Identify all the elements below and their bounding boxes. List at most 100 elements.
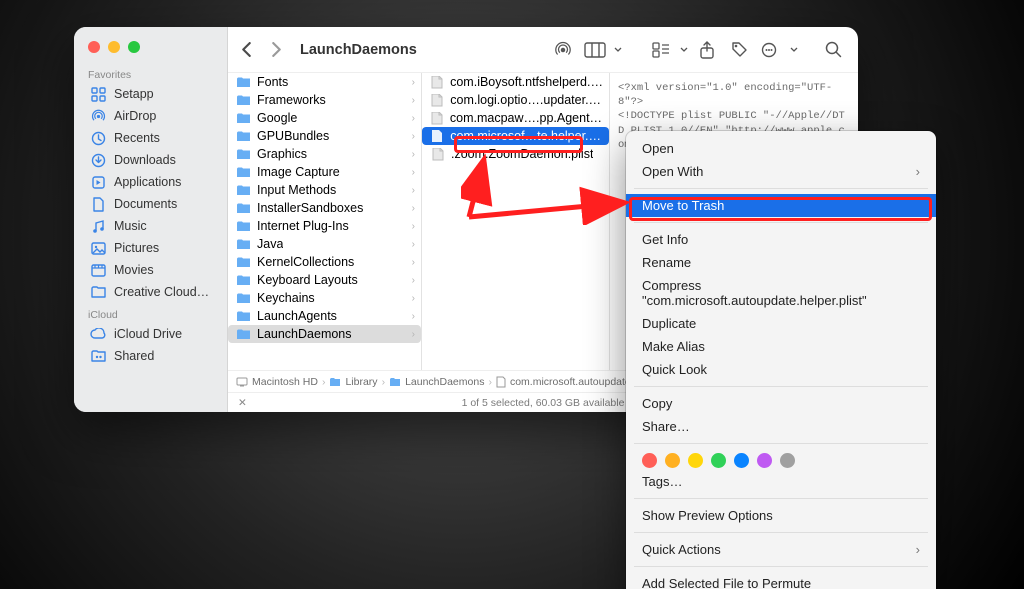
chevron-right-icon: › xyxy=(412,95,415,106)
sidebar-item[interactable]: Movies xyxy=(74,259,227,281)
file-row[interactable]: com.macpaw….pp.Agent.plist xyxy=(422,109,609,127)
folder-row[interactable]: Frameworks› xyxy=(228,91,421,109)
sidebar-item[interactable]: Music xyxy=(74,215,227,237)
search-icon[interactable] xyxy=(820,37,846,63)
file-column[interactable]: com.iBoysoft.ntfshelperd.plistcom.logi.o… xyxy=(422,73,610,370)
actions-icon[interactable] xyxy=(758,37,784,63)
window-title: LaunchDaemons xyxy=(300,42,417,58)
sidebar-item-label: Shared xyxy=(114,349,154,363)
sidebar-item[interactable]: Downloads xyxy=(74,149,227,171)
sidebar-item[interactable]: Documents xyxy=(74,193,227,215)
menu-quick-actions[interactable]: Quick Actions› xyxy=(626,538,936,561)
path-segment[interactable]: LaunchDaemons xyxy=(405,376,484,388)
tag-icon[interactable] xyxy=(726,37,752,63)
tag-color[interactable] xyxy=(665,453,680,468)
file-row[interactable]: com.iBoysoft.ntfshelperd.plist xyxy=(422,73,609,91)
menu-preview-options[interactable]: Show Preview Options xyxy=(626,504,936,527)
hide-pathbar-button[interactable]: ✕ xyxy=(238,397,247,409)
menu-quick-look[interactable]: Quick Look xyxy=(626,358,936,381)
sidebar-item[interactable]: Shared xyxy=(74,345,227,367)
tag-color[interactable] xyxy=(780,453,795,468)
folder-row[interactable]: InstallerSandboxes› xyxy=(228,199,421,217)
music-icon xyxy=(90,218,106,234)
folder-row[interactable]: LaunchDaemons› xyxy=(228,325,421,343)
sidebar-item[interactable]: iCloud Drive xyxy=(74,323,227,345)
menu-share[interactable]: Share… xyxy=(626,415,936,438)
folder-row[interactable]: Fonts› xyxy=(228,73,421,91)
sidebar-item-label: Creative Cloud… xyxy=(114,285,209,299)
menu-compress[interactable]: Compress "com.microsoft.autoupdate.helpe… xyxy=(626,274,936,312)
chevron-down-icon[interactable] xyxy=(790,37,798,63)
folder-name: LaunchAgents xyxy=(257,309,337,323)
file-row[interactable]: com.microsof…te.helper.plist xyxy=(422,127,609,145)
menu-rename[interactable]: Rename xyxy=(626,251,936,274)
sidebar-item[interactable]: Setapp xyxy=(74,83,227,105)
menu-permute[interactable]: Add Selected File to Permute xyxy=(626,572,936,589)
sidebar-item[interactable]: Applications xyxy=(74,171,227,193)
menu-tags[interactable]: Tags… xyxy=(626,470,936,493)
close-window-button[interactable] xyxy=(88,41,100,53)
document-icon xyxy=(430,130,444,143)
menu-open-with[interactable]: Open With› xyxy=(626,160,936,183)
file-row[interactable]: .zoom.ZoomDaemon.plist xyxy=(422,145,609,163)
menu-duplicate[interactable]: Duplicate xyxy=(626,312,936,335)
menu-open[interactable]: Open xyxy=(626,137,936,160)
folder-row[interactable]: Java› xyxy=(228,235,421,253)
file-name: com.macpaw….pp.Agent.plist xyxy=(450,111,603,125)
chevron-down-icon[interactable] xyxy=(614,37,622,63)
folder-row[interactable]: Internet Plug-Ins› xyxy=(228,217,421,235)
folder-name: Internet Plug-Ins xyxy=(257,219,349,233)
file-row[interactable]: com.logi.optio….updater.plist xyxy=(422,91,609,109)
folder-row[interactable]: GPUBundles› xyxy=(228,127,421,145)
view-columns-icon[interactable] xyxy=(582,37,608,63)
folder-icon xyxy=(236,274,251,287)
zoom-window-button[interactable] xyxy=(128,41,140,53)
menu-get-info[interactable]: Get Info xyxy=(626,228,936,251)
sidebar-item[interactable]: Recents xyxy=(74,127,227,149)
menu-copy[interactable]: Copy xyxy=(626,392,936,415)
share-icon[interactable] xyxy=(694,37,720,63)
minimize-window-button[interactable] xyxy=(108,41,120,53)
forward-button[interactable] xyxy=(264,38,288,62)
airdrop-icon[interactable] xyxy=(550,37,576,63)
folder-row[interactable]: LaunchAgents › xyxy=(228,307,421,325)
folder-row[interactable]: Keyboard Layouts› xyxy=(228,271,421,289)
folder-icon xyxy=(236,166,251,179)
menu-make-alias[interactable]: Make Alias xyxy=(626,335,936,358)
folder-row[interactable]: Input Methods› xyxy=(228,181,421,199)
folder-row[interactable]: Image Capture› xyxy=(228,163,421,181)
sidebar-item[interactable]: AirDrop xyxy=(74,105,227,127)
chevron-down-icon[interactable] xyxy=(680,37,688,63)
folder-row[interactable]: Keychains› xyxy=(228,289,421,307)
tag-color[interactable] xyxy=(711,453,726,468)
group-icon[interactable] xyxy=(648,37,674,63)
tag-color[interactable] xyxy=(734,453,749,468)
folder-name: Graphics xyxy=(257,147,307,161)
airdrop-icon xyxy=(90,108,106,124)
sidebar-item[interactable]: Pictures xyxy=(74,237,227,259)
path-segment[interactable]: Library xyxy=(345,376,377,388)
sidebar-item-label: Pictures xyxy=(114,241,159,255)
folder-row[interactable]: Google› xyxy=(228,109,421,127)
chevron-right-icon: › xyxy=(412,311,415,322)
sidebar-item-label: Documents xyxy=(114,197,177,211)
tag-color[interactable] xyxy=(757,453,772,468)
folder-column[interactable]: Fonts›Frameworks›Google›GPUBundles›Graph… xyxy=(228,73,422,370)
folder-row[interactable]: Graphics› xyxy=(228,145,421,163)
chevron-right-icon: › xyxy=(412,167,415,178)
tag-color[interactable] xyxy=(688,453,703,468)
sidebar-item-label: Downloads xyxy=(114,153,176,167)
folder-row[interactable]: KernelCollections› xyxy=(228,253,421,271)
sidebar-item[interactable]: Creative Cloud… xyxy=(74,281,227,303)
sidebar-item-label: Recents xyxy=(114,131,160,145)
folder-name: Java xyxy=(257,237,283,251)
menu-move-to-trash[interactable]: Move to Trash xyxy=(626,194,936,217)
folder-icon xyxy=(236,328,251,341)
chevron-right-icon: › xyxy=(412,185,415,196)
menu-separator xyxy=(634,386,928,387)
tag-color[interactable] xyxy=(642,453,657,468)
folder-icon xyxy=(236,94,251,107)
back-button[interactable] xyxy=(234,38,258,62)
document-icon xyxy=(430,94,444,107)
path-segment[interactable]: Macintosh HD xyxy=(252,376,318,388)
